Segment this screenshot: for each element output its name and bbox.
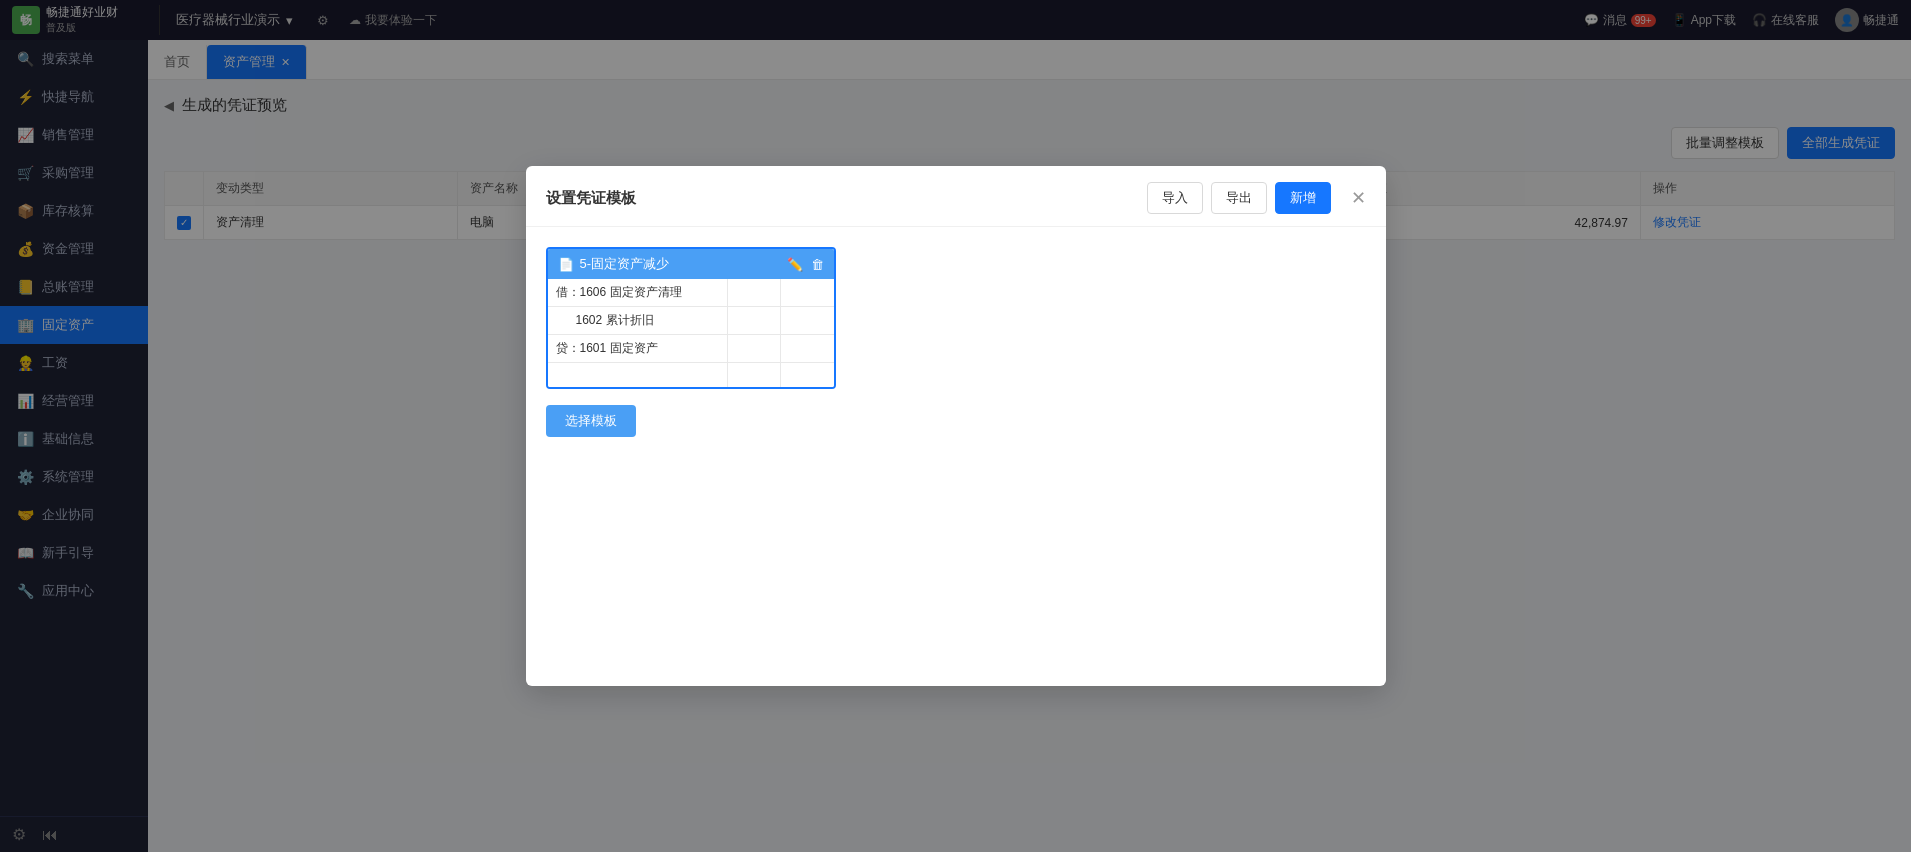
template-entry-row-2: 1602 累计折旧 (548, 307, 834, 335)
template-card-title-area: 📄 5-固定资产减少 (558, 255, 670, 273)
entry-type-2: 1602 累计折旧 (548, 307, 728, 334)
entry-credit-4 (781, 363, 834, 387)
template-card-body: 借：1606 固定资产清理 1602 累计折旧 贷：1601 固定资产 (548, 279, 834, 387)
template-entry-row-4 (548, 363, 834, 387)
entry-credit-3 (781, 335, 834, 362)
entry-debit-1 (728, 279, 781, 306)
entry-debit-4 (728, 363, 781, 387)
dialog-body: 📄 5-固定资产减少 ✏️ 🗑 借：1606 固定资产清理 (526, 227, 1386, 686)
select-template-button[interactable]: 选择模板 (546, 405, 636, 437)
entry-type-1: 借：1606 固定资产清理 (548, 279, 728, 306)
entry-type-3: 贷：1601 固定资产 (548, 335, 728, 362)
new-template-button[interactable]: 新增 (1275, 182, 1331, 214)
modal-overlay[interactable]: 设置凭证模板 导入 导出 新增 ✕ 📄 5-固定资产减少 ✏️ � (0, 0, 1911, 852)
template-card-actions: ✏️ 🗑 (787, 257, 824, 272)
dialog: 设置凭证模板 导入 导出 新增 ✕ 📄 5-固定资产减少 ✏️ � (526, 166, 1386, 686)
template-card: 📄 5-固定资产减少 ✏️ 🗑 借：1606 固定资产清理 (546, 247, 836, 389)
template-card-name: 5-固定资产减少 (580, 255, 670, 273)
entry-debit-2 (728, 307, 781, 334)
template-edit-icon[interactable]: ✏️ (787, 257, 803, 272)
dialog-close-button[interactable]: ✕ (1351, 187, 1366, 209)
template-file-icon: 📄 (558, 257, 574, 272)
template-delete-icon[interactable]: 🗑 (811, 257, 824, 272)
export-button[interactable]: 导出 (1211, 182, 1267, 214)
dialog-header: 设置凭证模板 导入 导出 新增 ✕ (526, 166, 1386, 227)
import-button[interactable]: 导入 (1147, 182, 1203, 214)
dialog-header-actions: 导入 导出 新增 ✕ (1147, 182, 1366, 214)
template-card-header: 📄 5-固定资产减少 ✏️ 🗑 (548, 249, 834, 279)
dialog-title: 设置凭证模板 (546, 189, 636, 208)
entry-credit-2 (781, 307, 834, 334)
template-entry-row-1: 借：1606 固定资产清理 (548, 279, 834, 307)
entry-credit-1 (781, 279, 834, 306)
entry-type-4 (548, 363, 728, 387)
entry-debit-3 (728, 335, 781, 362)
template-entry-row-3: 贷：1601 固定资产 (548, 335, 834, 363)
